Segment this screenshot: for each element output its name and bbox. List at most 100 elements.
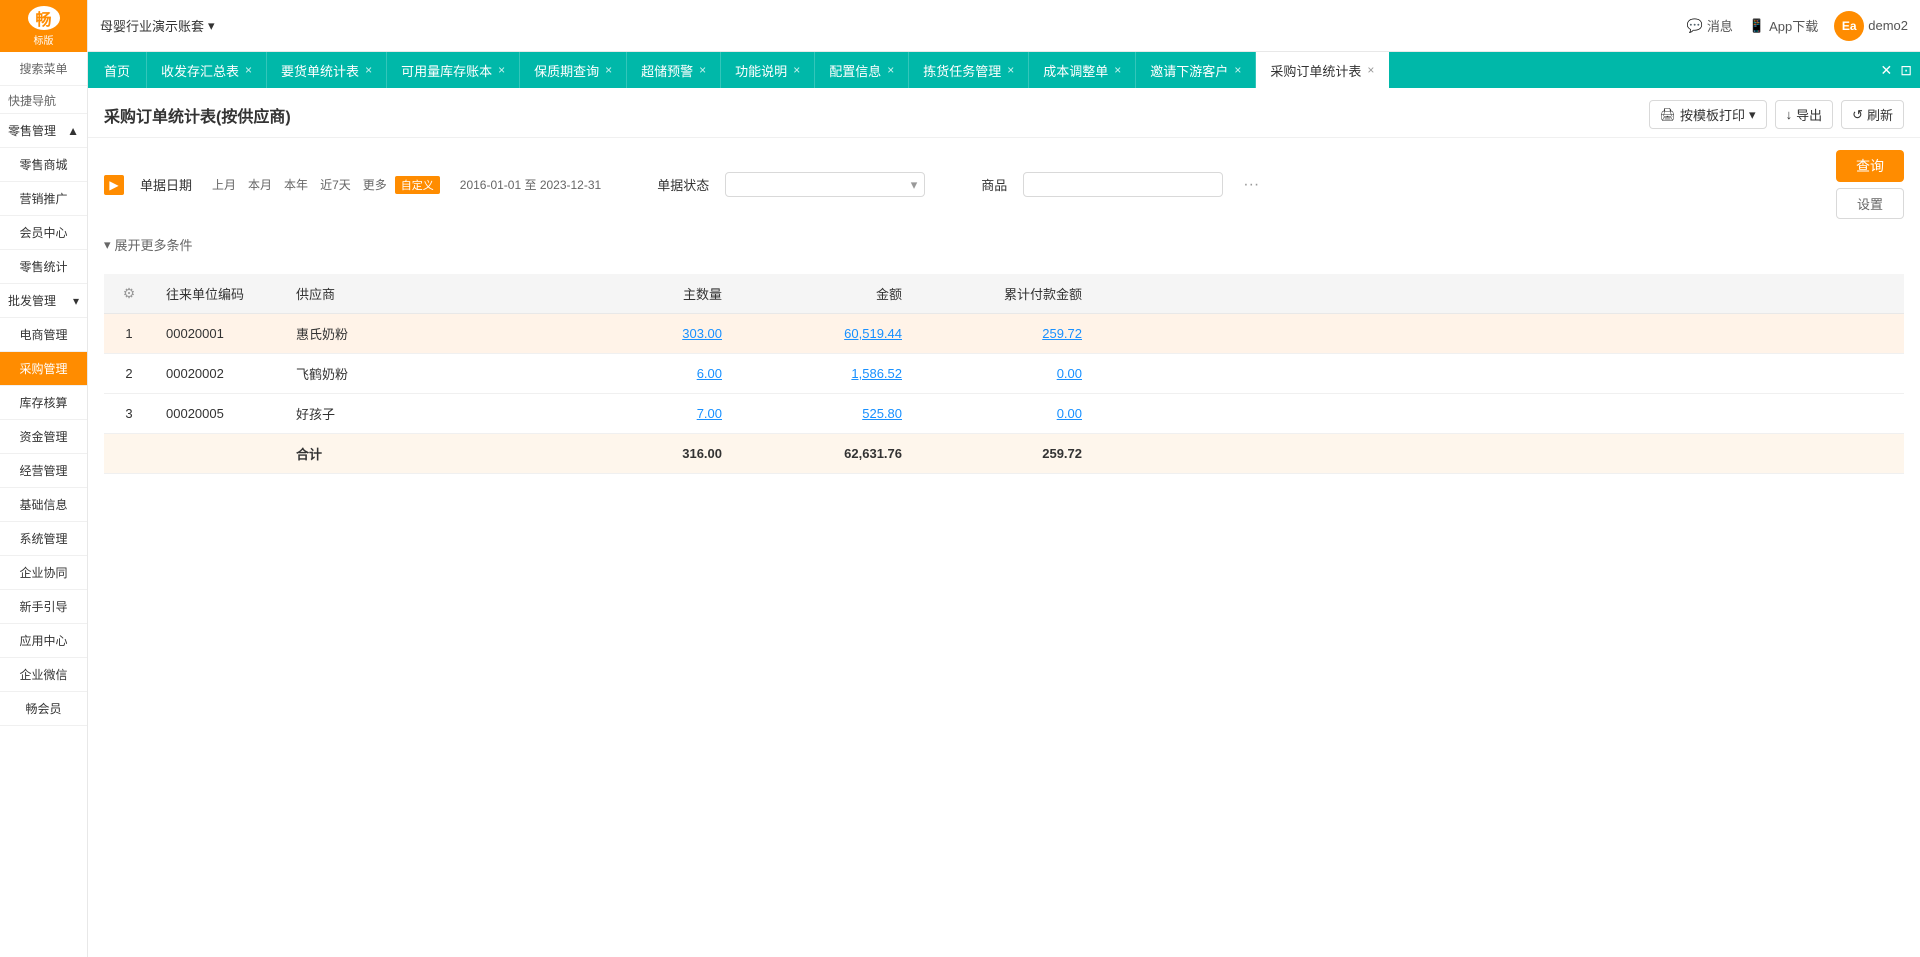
footer-qty: 316.00	[584, 434, 734, 474]
tab-requisition-summary[interactable]: 要货单统计表 ×	[267, 52, 387, 88]
sidebar-item-member2[interactable]: 畅会员	[0, 692, 87, 726]
sidebar-item-marketing[interactable]: 营销推广	[0, 182, 87, 216]
footer-empty	[104, 434, 154, 474]
tab-close-all-icon[interactable]: ✕	[1881, 62, 1893, 79]
cell-supplier: 飞鹤奶粉	[284, 354, 584, 394]
logo-icon: 畅	[28, 6, 60, 30]
sidebar-item-label: 零售管理	[8, 122, 56, 139]
sidebar: 畅 标版 搜索菜单 快捷导航 零售管理 ▲ 零售商城 营销推广 会员中心 零售统…	[0, 0, 88, 957]
table-row: 1 00020001 惠氏奶粉 303.00 60,519.44 259.72	[104, 314, 1904, 354]
page-actions: 🖨 按模板打印 ▾ ↓ 导出 ↺ 刷新	[1649, 100, 1905, 129]
user-menu[interactable]: Ea demo2	[1834, 11, 1908, 41]
footer-extra	[1094, 434, 1904, 474]
tab-close-icon[interactable]: ×	[699, 63, 706, 77]
cell-paid[interactable]: 259.72	[914, 314, 1094, 354]
tab-invite[interactable]: 邀请下游客户 ×	[1136, 52, 1256, 88]
dropdown-icon: ▾	[1749, 107, 1756, 123]
tab-close-icon[interactable]: ×	[1234, 63, 1241, 77]
sidebar-item-inventory[interactable]: 库存核算	[0, 386, 87, 420]
tab-close-icon[interactable]: ×	[1367, 63, 1374, 77]
filter-row-1: ▶ 单据日期 上月 本月 本年 近7天 更多 自定义 2016-01-01 至 …	[104, 150, 1904, 219]
tab-available-stock[interactable]: 可用量库存账本 ×	[387, 52, 520, 88]
shortcut-7days[interactable]: 近7天	[316, 174, 355, 195]
goods-input[interactable]	[1023, 172, 1223, 197]
cell-amount[interactable]: 1,586.52	[734, 354, 914, 394]
sidebar-item-wholesale[interactable]: 批发管理 ▾	[0, 284, 87, 318]
cell-qty[interactable]: 6.00	[584, 354, 734, 394]
sidebar-search[interactable]: 搜索菜单	[0, 52, 87, 86]
cell-supplier: 好孩子	[284, 394, 584, 434]
tab-home[interactable]: 首页	[88, 52, 147, 88]
app-download-btn[interactable]: 📱 App下载	[1749, 16, 1818, 35]
tab-function-desc[interactable]: 功能说明 ×	[721, 52, 815, 88]
sidebar-quick-nav[interactable]: 快捷导航	[0, 86, 87, 114]
status-select[interactable]	[725, 172, 925, 197]
cell-amount[interactable]: 60,519.44	[734, 314, 914, 354]
tab-warranty[interactable]: 保质期查询 ×	[520, 52, 627, 88]
col-header-code: 往来单位编码	[154, 274, 284, 314]
table-row: 3 00020005 好孩子 7.00 525.80 0.00	[104, 394, 1904, 434]
tab-purchase-summary[interactable]: 采购订单统计表 ×	[1256, 52, 1389, 88]
sidebar-item-finance[interactable]: 资金管理	[0, 420, 87, 454]
shortcut-more[interactable]: 更多	[359, 174, 391, 195]
tab-close-icon[interactable]: ×	[887, 63, 894, 77]
account-dropdown[interactable]: 母婴行业演示账套 ▾	[100, 16, 215, 35]
sidebar-item-member[interactable]: 会员中心	[0, 216, 87, 250]
tab-close-icon[interactable]: ×	[365, 63, 372, 77]
settings-btn[interactable]: 设置	[1836, 188, 1904, 219]
message-icon: 💬	[1687, 18, 1703, 34]
sidebar-item-retail-shop[interactable]: 零售商城	[0, 148, 87, 182]
footer-amount: 62,631.76	[734, 434, 914, 474]
sidebar-item-ecommerce[interactable]: 电商管理	[0, 318, 87, 352]
page-title: 采购订单统计表(按供应商)	[104, 103, 291, 127]
goods-ellipsis-btn[interactable]: ···	[1243, 176, 1259, 194]
column-settings-icon[interactable]: ⚙	[123, 285, 136, 301]
template-print-btn[interactable]: 🖨 按模板打印 ▾	[1649, 100, 1767, 129]
sidebar-item-enterprise-wechat[interactable]: 企业微信	[0, 658, 87, 692]
export-icon: ↓	[1786, 107, 1793, 122]
cell-paid[interactable]: 0.00	[914, 354, 1094, 394]
custom-date-tag[interactable]: 自定义	[395, 176, 440, 194]
export-btn[interactable]: ↓ 导出	[1775, 100, 1834, 129]
tab-cost-adjust[interactable]: 成本调整单 ×	[1029, 52, 1136, 88]
shortcut-this-month[interactable]: 本月	[244, 174, 276, 195]
tab-close-icon[interactable]: ×	[1007, 63, 1014, 77]
sidebar-item-enterprise[interactable]: 企业协同	[0, 556, 87, 590]
tab-close-icon[interactable]: ×	[605, 63, 612, 77]
sidebar-item-operations[interactable]: 经营管理	[0, 454, 87, 488]
filter-toggle-icon[interactable]: ▶	[104, 175, 124, 195]
tab-close-icon[interactable]: ×	[245, 63, 252, 77]
query-btn[interactable]: 查询	[1836, 150, 1904, 182]
sidebar-item-retail-stats[interactable]: 零售统计	[0, 250, 87, 284]
tab-close-icon[interactable]: ×	[793, 63, 800, 77]
sidebar-item-basic-info[interactable]: 基础信息	[0, 488, 87, 522]
tab-picking[interactable]: 拣货任务管理 ×	[909, 52, 1029, 88]
sidebar-item-new-guide[interactable]: 新手引导	[0, 590, 87, 624]
table-header-row: ⚙ 往来单位编码 供应商 主数量 金额 累计付款金额	[104, 274, 1904, 314]
tab-collect-summary[interactable]: 收发存汇总表 ×	[147, 52, 267, 88]
tab-expand-icon[interactable]: ⊡	[1900, 62, 1912, 79]
cell-qty[interactable]: 7.00	[584, 394, 734, 434]
tab-close-icon[interactable]: ×	[498, 63, 505, 77]
date-range-display: 2016-01-01 至 2023-12-31	[460, 176, 601, 193]
refresh-btn[interactable]: ↺ 刷新	[1841, 100, 1904, 129]
sidebar-item-app-center[interactable]: 应用中心	[0, 624, 87, 658]
col-header-amount: 金额	[734, 274, 914, 314]
shortcut-this-year[interactable]: 本年	[280, 174, 312, 195]
tab-config[interactable]: 配置信息 ×	[815, 52, 909, 88]
cell-paid[interactable]: 0.00	[914, 394, 1094, 434]
sidebar-item-purchase[interactable]: 采购管理	[0, 352, 87, 386]
tab-overstock[interactable]: 超储预警 ×	[627, 52, 721, 88]
cell-qty[interactable]: 303.00	[584, 314, 734, 354]
tab-close-icon[interactable]: ×	[1114, 63, 1121, 77]
sidebar-item-system[interactable]: 系统管理	[0, 522, 87, 556]
table-footer-row: 合计 316.00 62,631.76 259.72	[104, 434, 1904, 474]
sidebar-item-retail[interactable]: 零售管理 ▲	[0, 114, 87, 148]
date-shortcuts: 上月 本月 本年 近7天 更多 自定义	[208, 174, 440, 195]
expand-more-btn[interactable]: ▾ 展开更多条件	[104, 231, 1904, 258]
status-label: 单据状态	[657, 175, 709, 194]
cell-amount[interactable]: 525.80	[734, 394, 914, 434]
shortcut-last-month[interactable]: 上月	[208, 174, 240, 195]
message-btn[interactable]: 💬 消息	[1687, 16, 1733, 35]
nav-tabs-right: ✕ ⊡	[1881, 62, 1920, 79]
